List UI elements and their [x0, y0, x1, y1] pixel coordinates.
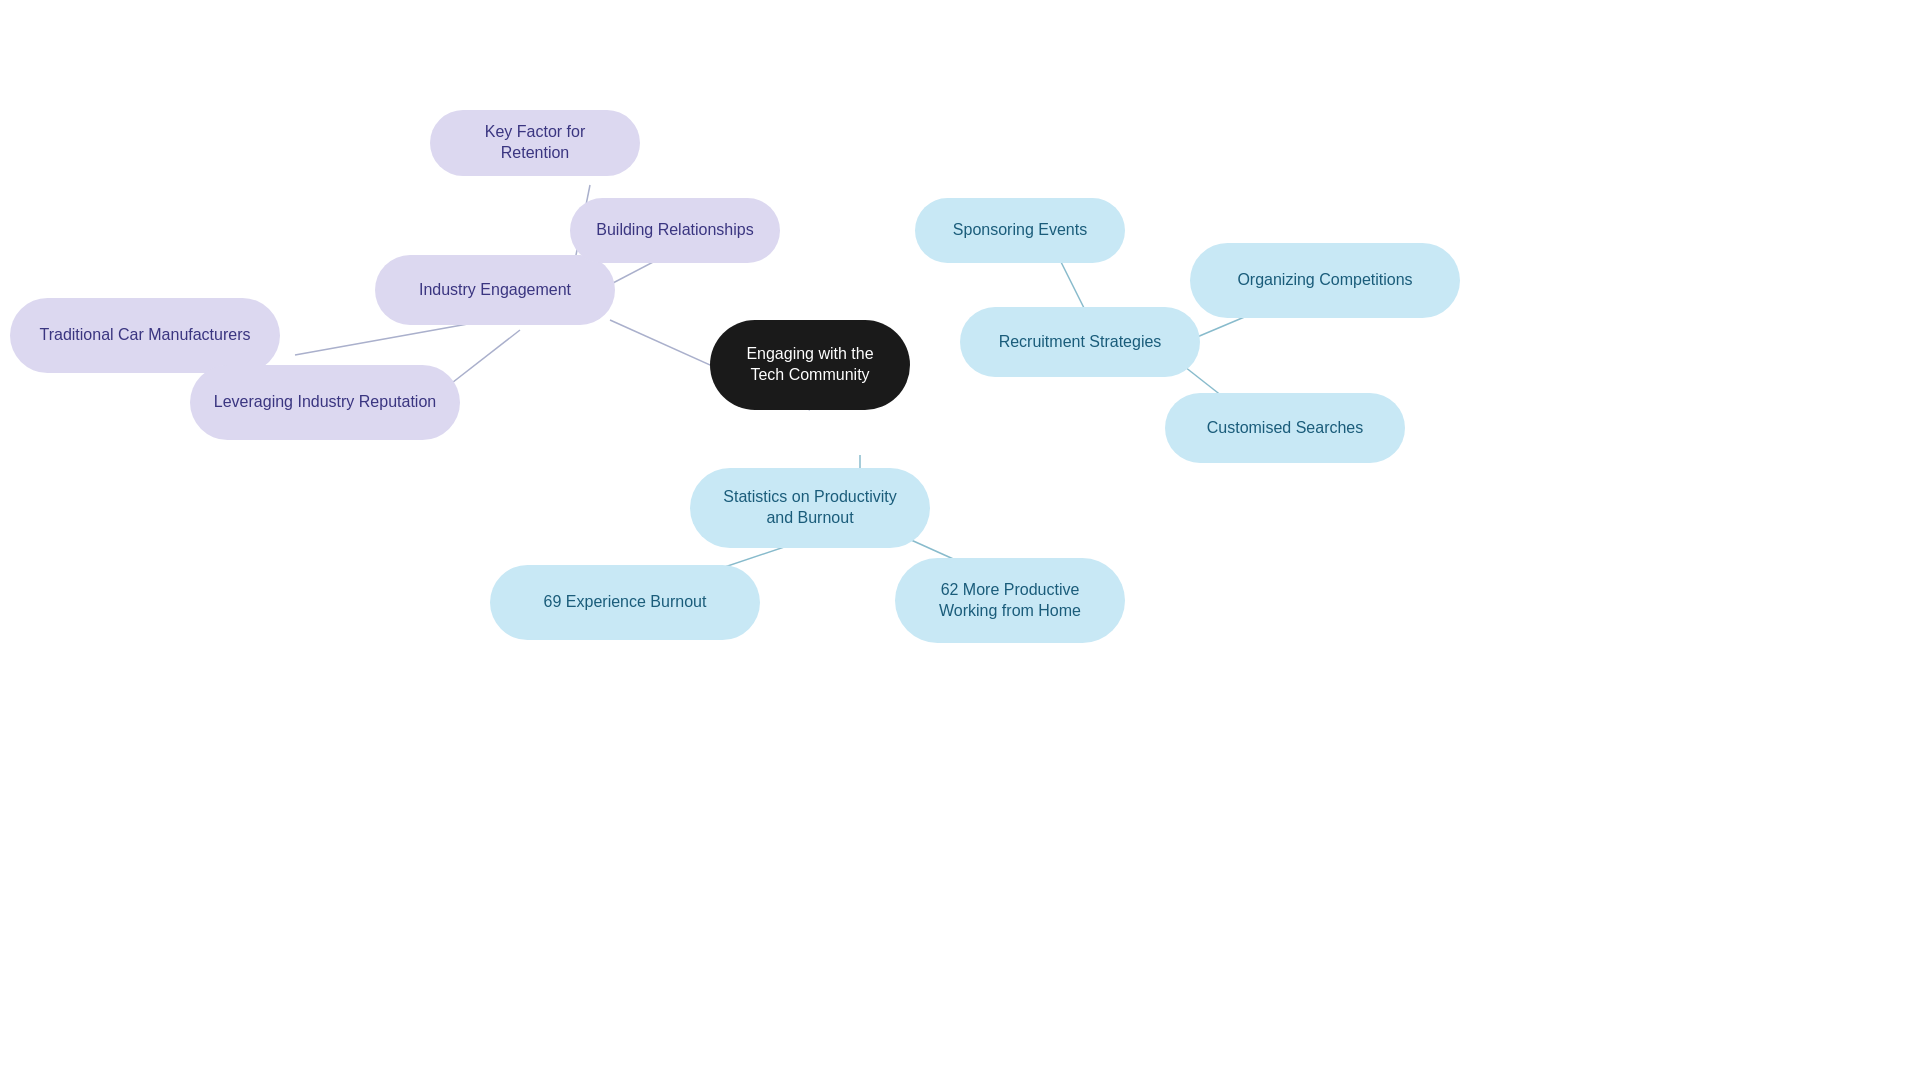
- industry-engagement-node[interactable]: Industry Engagement: [375, 255, 615, 325]
- sponsoring-events-node[interactable]: Sponsoring Events: [915, 198, 1125, 263]
- svg-line-3: [295, 320, 490, 355]
- organizing-competitions-node[interactable]: Organizing Competitions: [1190, 243, 1460, 318]
- customised-searches-label: Customised Searches: [1207, 418, 1364, 439]
- recruitment-strategies-label: Recruitment Strategies: [999, 332, 1162, 353]
- recruitment-strategies-node[interactable]: Recruitment Strategies: [960, 307, 1200, 377]
- leveraging-label: Leveraging Industry Reputation: [214, 392, 436, 413]
- statistics-node[interactable]: Statistics on Productivity and Burnout: [690, 468, 930, 548]
- leveraging-node[interactable]: Leveraging Industry Reputation: [190, 365, 460, 440]
- building-relationships-label: Building Relationships: [596, 220, 753, 241]
- building-relationships-node[interactable]: Building Relationships: [570, 198, 780, 263]
- burnout-label: 69 Experience Burnout: [544, 592, 707, 613]
- statistics-label: Statistics on Productivity and Burnout: [710, 487, 910, 529]
- customised-searches-node[interactable]: Customised Searches: [1165, 393, 1405, 463]
- organizing-competitions-label: Organizing Competitions: [1237, 270, 1412, 291]
- key-factor-label: Key Factor for Retention: [450, 122, 620, 164]
- sponsoring-events-label: Sponsoring Events: [953, 220, 1087, 241]
- traditional-car-node[interactable]: Traditional Car Manufacturers: [10, 298, 280, 373]
- center-node[interactable]: Engaging with the Tech Community: [710, 320, 910, 410]
- industry-engagement-label: Industry Engagement: [419, 280, 571, 301]
- productive-label: 62 More Productive Working from Home: [915, 580, 1105, 622]
- center-node-label: Engaging with the Tech Community: [730, 344, 890, 386]
- burnout-node[interactable]: 69 Experience Burnout: [490, 565, 760, 640]
- traditional-car-label: Traditional Car Manufacturers: [39, 325, 250, 346]
- key-factor-node[interactable]: Key Factor for Retention: [430, 110, 640, 176]
- productive-node[interactable]: 62 More Productive Working from Home: [895, 558, 1125, 643]
